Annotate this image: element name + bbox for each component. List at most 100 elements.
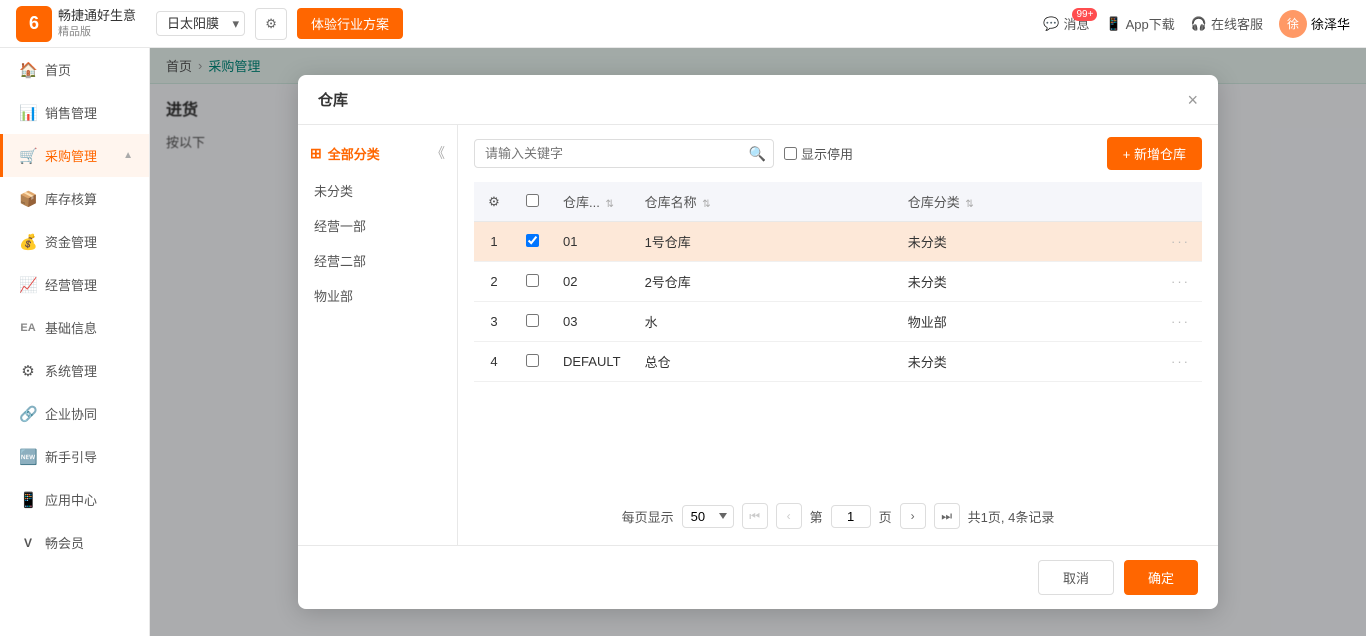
sidebar-item-home[interactable]: 🏠 首页 xyxy=(0,48,149,91)
collapse-btn[interactable]: 《 xyxy=(431,143,445,163)
topbar: 6 畅捷通好生意 精品版 日太阳膜 ⚙ 体验行业方案 💬 消息 99+ 📱 Ap… xyxy=(0,0,1366,48)
row-more-btn[interactable]: ··· xyxy=(1171,354,1190,369)
all-category-label[interactable]: ⊞ 全部分类 xyxy=(310,144,380,163)
show-disabled-wrap: 显示停用 xyxy=(784,144,853,163)
guide-icon: 🆕 xyxy=(19,448,37,466)
row-actions[interactable]: ··· xyxy=(1159,342,1202,382)
row-num: 3 xyxy=(474,302,514,342)
store-select[interactable]: 日太阳膜 xyxy=(156,11,245,36)
sidebar-item-system[interactable]: ⚙ 系统管理 xyxy=(0,349,149,392)
content-area: 首页 › 采购管理 进货 按以下 仓库 × xyxy=(150,48,1366,636)
row-checkbox[interactable] xyxy=(514,342,551,382)
finance-icon: 💰 xyxy=(19,233,37,251)
col-code[interactable]: 仓库... ⇅ xyxy=(551,182,633,222)
category-item-property[interactable]: 物业部 xyxy=(298,278,457,313)
first-page-btn[interactable]: ⏮ xyxy=(742,503,768,529)
row-num: 2 xyxy=(474,262,514,302)
row-category: 未分类 xyxy=(896,342,1159,382)
app-download-btn[interactable]: 📱 App下载 xyxy=(1105,14,1174,33)
warehouse-modal: 仓库 × ⊞ 全部分类 《 xyxy=(298,75,1218,609)
chevron-up-icon: ▲ xyxy=(123,150,133,161)
sidebar-item-finance[interactable]: 💰 资金管理 xyxy=(0,220,149,263)
per-page-select[interactable]: 50 10 20 100 xyxy=(682,505,734,528)
sidebar-item-sales[interactable]: 📊 销售管理 xyxy=(0,91,149,134)
page-input[interactable] xyxy=(831,505,871,528)
settings-btn[interactable]: ⚙ xyxy=(255,8,287,40)
next-page-btn[interactable]: › xyxy=(900,503,926,529)
online-service-btn[interactable]: 🎧 在线客服 xyxy=(1191,14,1263,33)
purchase-icon: 🛒 xyxy=(19,147,37,165)
category-item-unclassified[interactable]: 未分类 xyxy=(298,173,457,208)
col-name[interactable]: 仓库名称 ⇅ xyxy=(633,182,896,222)
row-more-btn[interactable]: ··· xyxy=(1171,314,1190,329)
col-category[interactable]: 仓库分类 ⇅ xyxy=(896,182,1159,222)
row-actions[interactable]: ··· xyxy=(1159,302,1202,342)
total-info: 共1页, 4条记录 xyxy=(968,507,1055,526)
home-icon: 🏠 xyxy=(19,61,37,79)
app-icon: 📱 xyxy=(1105,16,1121,32)
row-select-checkbox[interactable] xyxy=(526,314,539,327)
table-row[interactable]: 3 03 水 物业部 ··· xyxy=(474,302,1202,342)
sidebar-item-guide[interactable]: 🆕 新手引导 xyxy=(0,435,149,478)
last-page-btn[interactable]: ⏭ xyxy=(934,503,960,529)
row-name: 总仓 xyxy=(633,342,896,382)
table-row[interactable]: 1 01 1号仓库 未分类 ··· xyxy=(474,222,1202,262)
avatar: 徐 xyxy=(1279,10,1307,38)
category-item-dept1[interactable]: 经营一部 xyxy=(298,208,457,243)
sales-icon: 📊 xyxy=(19,104,37,122)
row-checkbox[interactable] xyxy=(514,222,551,262)
sidebar: 🏠 首页 📊 销售管理 🛒 采购管理 ▲ 📦 库存核算 💰 资金管理 📈 经营管… xyxy=(0,48,150,636)
select-all-checkbox[interactable] xyxy=(526,194,539,207)
sidebar-item-basic[interactable]: EA 基础信息 xyxy=(0,306,149,349)
show-disabled-checkbox[interactable] xyxy=(784,147,797,160)
topbar-right: 💬 消息 99+ 📱 App下载 🎧 在线客服 徐 徐泽华 xyxy=(1043,10,1350,38)
sidebar-item-operations[interactable]: 📈 经营管理 xyxy=(0,263,149,306)
category-header: ⊞ 全部分类 《 xyxy=(298,137,457,169)
row-select-checkbox[interactable] xyxy=(526,354,539,367)
store-selector[interactable]: 日太阳膜 xyxy=(156,11,245,36)
experience-btn[interactable]: 体验行业方案 xyxy=(297,8,403,39)
table-row[interactable]: 4 DEFAULT 总仓 未分类 ··· xyxy=(474,342,1202,382)
page-label: 第 xyxy=(810,507,823,526)
row-actions[interactable]: ··· xyxy=(1159,222,1202,262)
row-actions[interactable]: ··· xyxy=(1159,262,1202,302)
modal-close-btn[interactable]: × xyxy=(1187,91,1198,109)
sidebar-item-inventory[interactable]: 📦 库存核算 xyxy=(0,177,149,220)
col-settings[interactable]: ⚙ xyxy=(474,182,514,222)
row-code: 02 xyxy=(551,262,633,302)
row-select-checkbox[interactable] xyxy=(526,274,539,287)
sidebar-item-enterprise[interactable]: 🔗 企业协同 xyxy=(0,392,149,435)
row-num: 4 xyxy=(474,342,514,382)
prev-page-btn[interactable]: ‹ xyxy=(776,503,802,529)
add-warehouse-btn[interactable]: + 新增仓库 xyxy=(1107,137,1202,170)
sidebar-item-member[interactable]: V 畅会员 xyxy=(0,521,149,564)
search-icon[interactable]: 🔍 xyxy=(749,145,766,162)
table-body: 1 01 1号仓库 未分类 ··· 2 02 2号仓库 未分类 ··· 3 03… xyxy=(474,222,1202,382)
row-more-btn[interactable]: ··· xyxy=(1171,274,1190,289)
search-input[interactable] xyxy=(474,139,774,168)
user-menu[interactable]: 徐 徐泽华 xyxy=(1279,10,1350,38)
row-num: 1 xyxy=(474,222,514,262)
sidebar-label-member: 畅会员 xyxy=(45,533,84,552)
table-row[interactable]: 2 02 2号仓库 未分类 ··· xyxy=(474,262,1202,302)
member-icon: V xyxy=(19,536,37,550)
row-checkbox[interactable] xyxy=(514,302,551,342)
gear-icon: ⚙ xyxy=(265,16,277,32)
cancel-button[interactable]: 取消 xyxy=(1038,560,1114,595)
modal-body: ⊞ 全部分类 《 未分类 经营一部 经营二部 xyxy=(298,125,1218,545)
message-btn[interactable]: 💬 消息 99+ xyxy=(1043,14,1089,33)
col-actions xyxy=(1159,182,1202,222)
row-name: 1号仓库 xyxy=(633,222,896,262)
row-more-btn[interactable]: ··· xyxy=(1171,234,1190,249)
sidebar-item-purchase[interactable]: 🛒 采购管理 ▲ xyxy=(0,134,149,177)
category-item-dept2[interactable]: 经营二部 xyxy=(298,243,457,278)
search-wrap: 🔍 xyxy=(474,139,774,168)
message-icon: 💬 xyxy=(1043,16,1059,32)
sidebar-label-home: 首页 xyxy=(45,60,71,79)
modal-header: 仓库 × xyxy=(298,75,1218,125)
row-select-checkbox[interactable] xyxy=(526,234,539,247)
main-layout: 🏠 首页 📊 销售管理 🛒 采购管理 ▲ 📦 库存核算 💰 资金管理 📈 经营管… xyxy=(0,48,1366,636)
row-checkbox[interactable] xyxy=(514,262,551,302)
sidebar-item-apps[interactable]: 📱 应用中心 xyxy=(0,478,149,521)
confirm-button[interactable]: 确定 xyxy=(1124,560,1198,595)
